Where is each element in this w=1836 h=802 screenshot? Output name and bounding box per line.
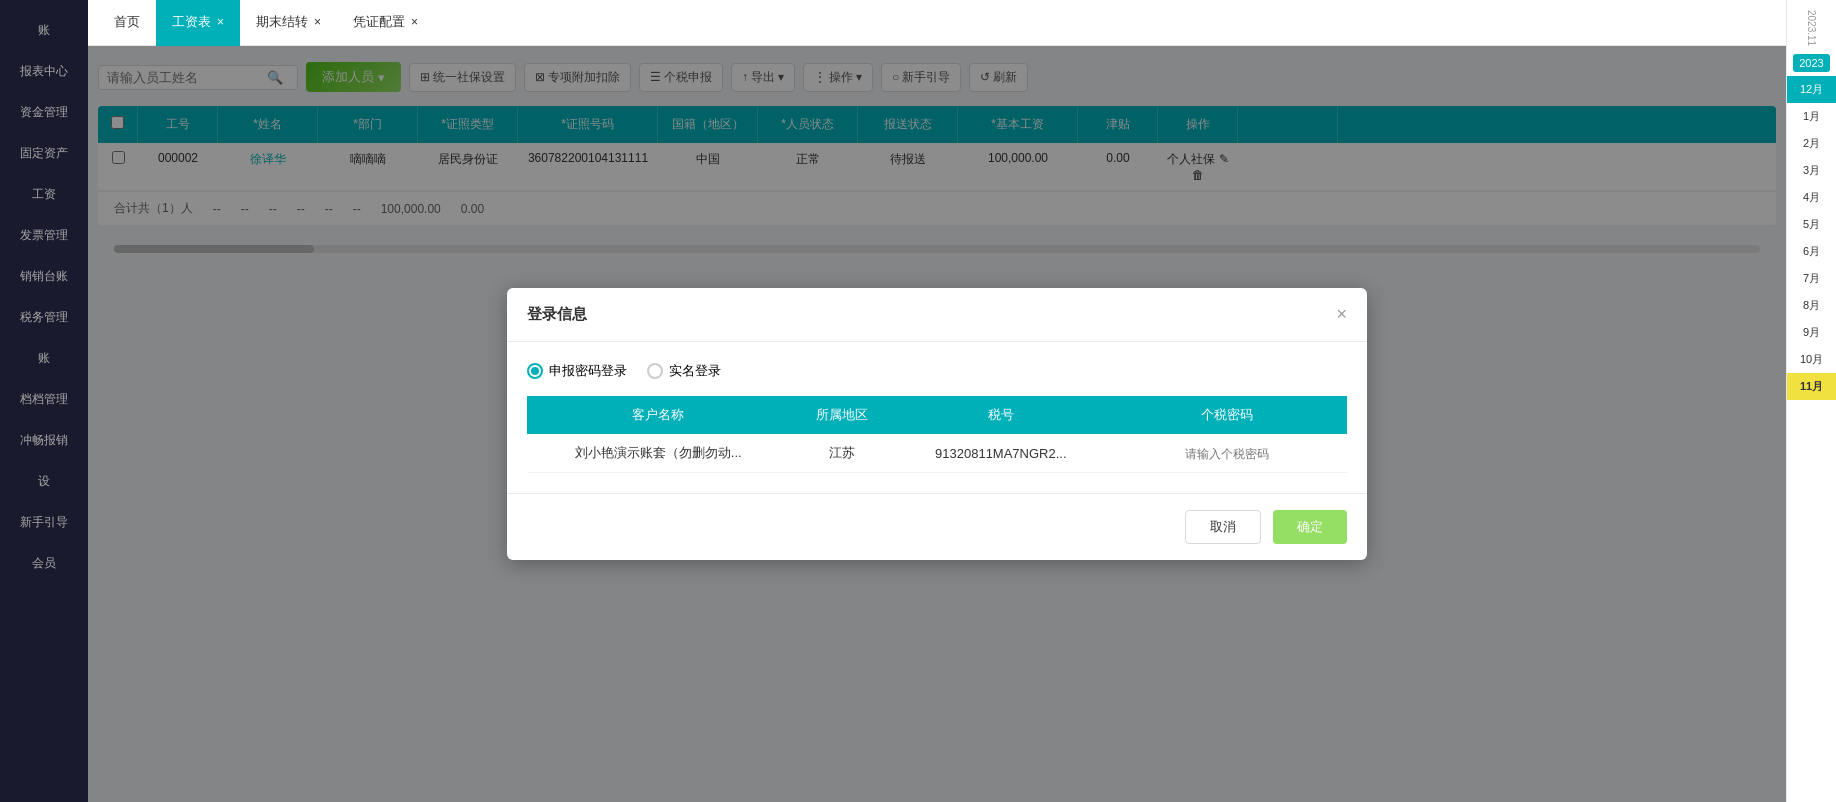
modal-body: 申报密码登录 实名登录 客户名称 所属地区 <box>507 342 1367 493</box>
sidebar-item-tax-mgmt[interactable]: 税务管理 <box>0 297 88 338</box>
sidebar-item-salary[interactable]: 工资 <box>0 174 88 215</box>
main-area: 首页 工资表 × 期末结转 × 凭证配置 × 🔍 <box>88 0 1786 802</box>
modal-td-password-input[interactable] <box>1108 434 1347 473</box>
close-tab-period-close[interactable]: × <box>314 15 321 29</box>
sidebar-item-ledger[interactable]: 账 <box>0 338 88 379</box>
radio-circle-password <box>527 363 543 379</box>
sidebar-item-fixed-assets[interactable]: 固定资产 <box>0 133 88 174</box>
sidebar-item-account[interactable]: 账 <box>0 10 88 51</box>
cal-month-3[interactable]: 3月 <box>1787 157 1836 184</box>
cal-month-4[interactable]: 4月 <box>1787 184 1836 211</box>
calendar-year: 2023.11 <box>1806 10 1817 46</box>
cal-month-11[interactable]: 11月 <box>1787 373 1836 400</box>
modal-td-region: 江苏 <box>789 434 893 473</box>
modal-table-row: 刘小艳演示账套（勿删勿动... 江苏 91320811MA7NGR2... <box>527 434 1347 473</box>
modal-th-client-name: 客户名称 <box>527 396 789 434</box>
modal-table-header-row: 客户名称 所属地区 税号 个税密码 <box>527 396 1347 434</box>
modal-close-button[interactable]: × <box>1336 304 1347 325</box>
password-input[interactable] <box>1120 447 1335 461</box>
modal-overlay: 登录信息 × 申报密码登录 实名登录 <box>88 46 1786 802</box>
sidebar-item-doc-mgmt[interactable]: 档档管理 <box>0 379 88 420</box>
radio-password-login[interactable]: 申报密码登录 <box>527 362 627 380</box>
sidebar-item-invoice-mgmt[interactable]: 发票管理 <box>0 215 88 256</box>
sidebar-item-fund-mgmt[interactable]: 资金管理 <box>0 92 88 133</box>
tab-home[interactable]: 首页 <box>98 0 156 46</box>
modal-td-tax-no: 91320811MA7NGR2... <box>894 434 1108 473</box>
cal-month-10[interactable]: 10月 <box>1787 346 1836 373</box>
sidebar-item-report-center[interactable]: 报表中心 <box>0 51 88 92</box>
modal-title: 登录信息 <box>527 305 587 324</box>
confirm-button[interactable]: 确定 <box>1273 510 1347 544</box>
sidebar-item-member[interactable]: 会员 <box>0 543 88 584</box>
tab-voucher-config[interactable]: 凭证配置 × <box>337 0 434 46</box>
radio-group: 申报密码登录 实名登录 <box>527 362 1347 380</box>
cal-month-8[interactable]: 8月 <box>1787 292 1836 319</box>
tab-salary[interactable]: 工资表 × <box>156 0 240 46</box>
modal-td-client-name: 刘小艳演示账套（勿删勿动... <box>527 434 789 473</box>
tab-bar: 首页 工资表 × 期末结转 × 凭证配置 × <box>88 0 1786 46</box>
cal-month-7[interactable]: 7月 <box>1787 265 1836 292</box>
radio-realname-login[interactable]: 实名登录 <box>647 362 721 380</box>
page-content: 🔍 添加人员 ▾ ⊞ 统一社保设置 ⊠ 专项附加扣除 ☰ 个税申报 <box>88 46 1786 802</box>
sidebar: 账 报表中心 资金管理 固定资产 工资 发票管理 销销台账 税务管理 账 档档管… <box>0 0 88 802</box>
close-tab-voucher-config[interactable]: × <box>411 15 418 29</box>
modal-th-region: 所属地区 <box>789 396 893 434</box>
sidebar-item-guide[interactable]: 新手引导 <box>0 502 88 543</box>
calendar-panel: 2023.11 2023 12月 1月 2月 3月 4月 5月 6月 7月 8月… <box>1786 0 1836 802</box>
calendar-badge: 2023 <box>1793 54 1829 72</box>
login-info-modal: 登录信息 × 申报密码登录 实名登录 <box>507 288 1367 560</box>
modal-table: 客户名称 所属地区 税号 个税密码 刘小艳演示账套（勿删勿动... 江苏 <box>527 396 1347 473</box>
sidebar-item-settings[interactable]: 设 <box>0 461 88 502</box>
cal-month-6[interactable]: 6月 <box>1787 238 1836 265</box>
radio-circle-realname <box>647 363 663 379</box>
sidebar-item-reimbursement[interactable]: 冲畅报销 <box>0 420 88 461</box>
cal-month-1[interactable]: 1月 <box>1787 103 1836 130</box>
sidebar-item-sales-ledger[interactable]: 销销台账 <box>0 256 88 297</box>
cal-month-12[interactable]: 12月 <box>1787 76 1836 103</box>
cal-month-9[interactable]: 9月 <box>1787 319 1836 346</box>
tab-period-close[interactable]: 期末结转 × <box>240 0 337 46</box>
modal-th-password: 个税密码 <box>1108 396 1347 434</box>
modal-header: 登录信息 × <box>507 288 1367 342</box>
modal-th-tax-no: 税号 <box>894 396 1108 434</box>
modal-footer: 取消 确定 <box>507 493 1367 560</box>
cal-month-2[interactable]: 2月 <box>1787 130 1836 157</box>
cancel-button[interactable]: 取消 <box>1185 510 1261 544</box>
close-tab-salary[interactable]: × <box>217 15 224 29</box>
cal-month-5[interactable]: 5月 <box>1787 211 1836 238</box>
